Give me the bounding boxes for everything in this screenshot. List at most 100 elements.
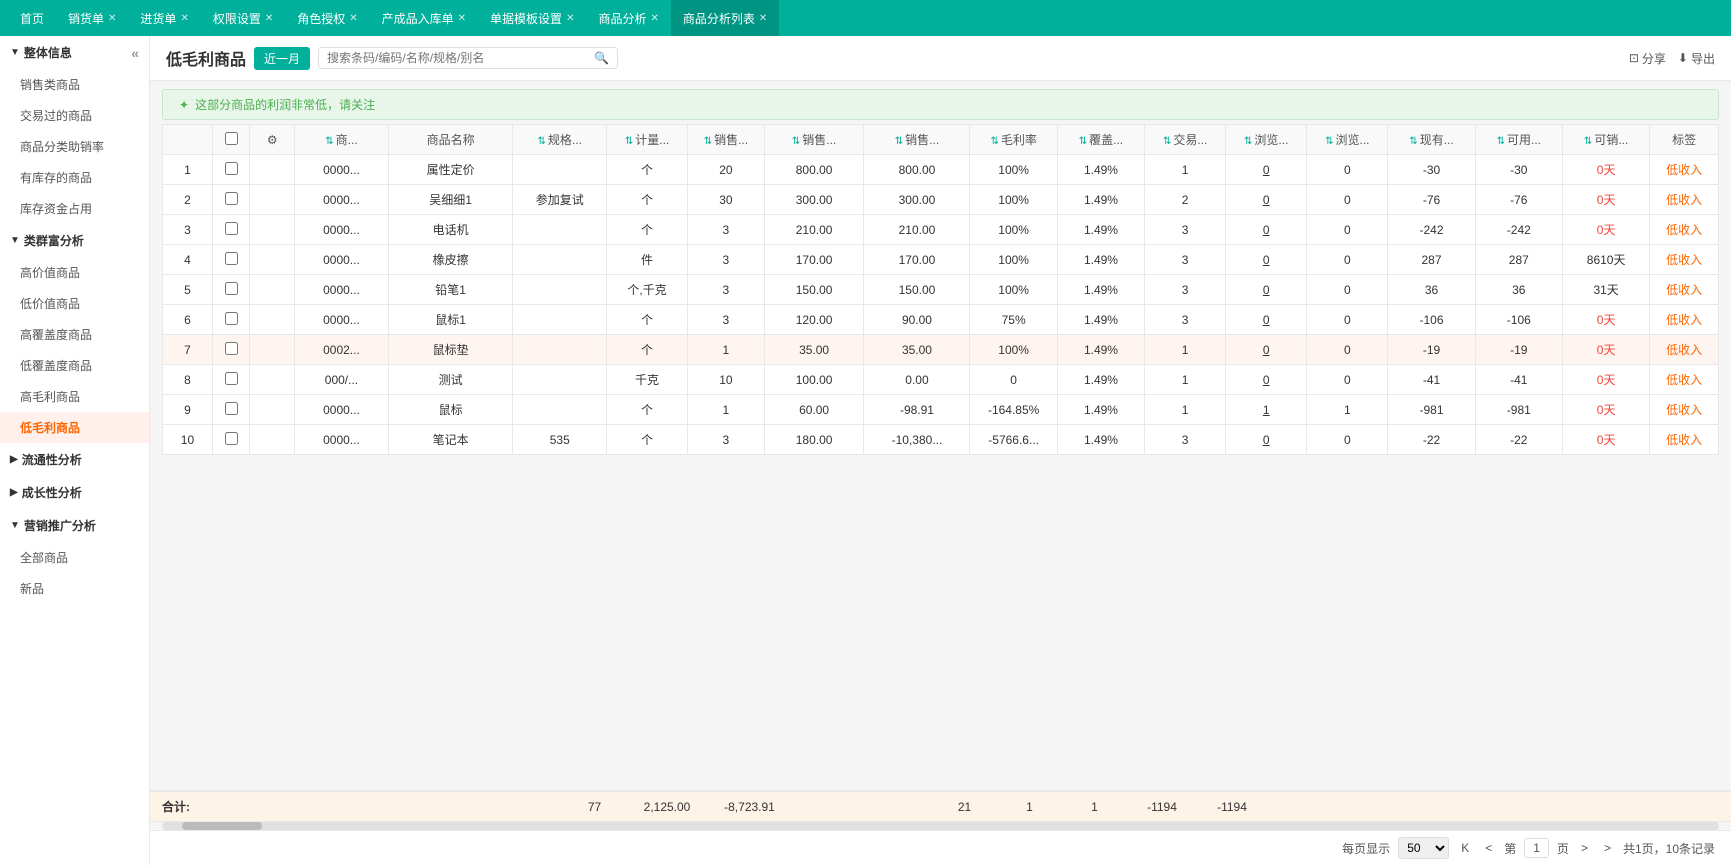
- collapse-overall[interactable]: «: [131, 45, 139, 61]
- row-checkbox[interactable]: [212, 275, 249, 305]
- row-num: 1: [163, 155, 213, 185]
- col-header-view2[interactable]: ⇅浏览...: [1307, 125, 1388, 155]
- nav-roles[interactable]: 角色授权 ✕: [285, 0, 369, 36]
- table-row: 5 0000... 铅笔1 个,千克 3 150.00 150.00 100% …: [163, 275, 1719, 305]
- col-header-view1[interactable]: ⇅浏览...: [1226, 125, 1307, 155]
- period-button[interactable]: 近一月: [254, 47, 310, 70]
- col-header-current[interactable]: ⇅现有...: [1388, 125, 1475, 155]
- row-checkbox[interactable]: [212, 335, 249, 365]
- col-header-spec[interactable]: ⇅规格...: [513, 125, 607, 155]
- col-header-gear[interactable]: ⚙: [250, 125, 295, 155]
- sidebar-section-marketing[interactable]: ▼ 营销推广分析: [0, 509, 149, 542]
- sidebar-section-liquidity[interactable]: ▶ 流通性分析: [0, 443, 149, 476]
- sidebar-item-all-goods[interactable]: 全部商品: [0, 542, 149, 573]
- scrollbar[interactable]: [162, 822, 1719, 830]
- row-sale-qty: 1: [688, 395, 765, 425]
- nav-template-close[interactable]: ✕: [566, 13, 574, 24]
- nav-product-analysis-close[interactable]: ✕: [650, 13, 658, 24]
- col-header-unit[interactable]: ⇅计量...: [607, 125, 688, 155]
- row-checkbox[interactable]: [212, 155, 249, 185]
- share-button[interactable]: ⊡ 分享: [1629, 50, 1666, 67]
- export-button[interactable]: ⬇ 导出: [1678, 50, 1715, 67]
- nav-analysis-list-close[interactable]: ✕: [759, 13, 767, 24]
- row-view1[interactable]: 1: [1226, 395, 1307, 425]
- nav-purchase-close[interactable]: ✕: [180, 13, 188, 24]
- row-unit: 个: [607, 215, 688, 245]
- sidebar-item-high-value[interactable]: 高价值商品: [0, 257, 149, 288]
- search-input[interactable]: [327, 51, 594, 65]
- col-header-avail[interactable]: ⇅可用...: [1475, 125, 1562, 155]
- nav-roles-close[interactable]: ✕: [349, 13, 357, 24]
- row-current: -242: [1388, 215, 1475, 245]
- nav-sales[interactable]: 销货单 ✕: [56, 0, 128, 36]
- sidebar-item-high-coverage[interactable]: 高覆盖度商品: [0, 319, 149, 350]
- sidebar-section-growth[interactable]: ▶ 成长性分析: [0, 476, 149, 509]
- col-header-sale-cost[interactable]: ⇅销售...: [864, 125, 970, 155]
- col-header-trade[interactable]: ⇅交易...: [1145, 125, 1226, 155]
- prev-page-button[interactable]: <: [1481, 839, 1496, 857]
- row-sale-cost: 300.00: [864, 185, 970, 215]
- sidebar-item-low-coverage[interactable]: 低覆盖度商品: [0, 350, 149, 381]
- sidebar-item-low-margin[interactable]: 低毛利商品: [0, 412, 149, 443]
- sidebar-item-category-rate[interactable]: 商品分类助销率: [0, 131, 149, 162]
- sidebar-item-high-margin[interactable]: 高毛利商品: [0, 381, 149, 412]
- col-header-gross-rate[interactable]: ⇅毛利率: [970, 125, 1057, 155]
- row-name: 测试: [388, 365, 513, 395]
- row-checkbox[interactable]: [212, 425, 249, 455]
- per-page-select[interactable]: 50 20 100: [1398, 837, 1449, 859]
- row-gross-rate: 75%: [970, 305, 1057, 335]
- row-spec: 535: [513, 425, 607, 455]
- row-checkbox[interactable]: [212, 245, 249, 275]
- col-header-code[interactable]: ⇅商...: [295, 125, 389, 155]
- data-table: ⚙ ⇅商... 商品名称 ⇅规格... ⇅计量...: [162, 124, 1719, 455]
- row-trade: 2: [1145, 185, 1226, 215]
- nav-sales-close[interactable]: ✕: [108, 13, 116, 24]
- row-checkbox[interactable]: [212, 395, 249, 425]
- sidebar-section-cluster[interactable]: ▼ 类群富分析: [0, 224, 149, 257]
- search-icon[interactable]: 🔍: [594, 51, 609, 65]
- row-sale-amt: 170.00: [764, 245, 864, 275]
- sidebar-section-overall[interactable]: ▼ 整体信息 «: [0, 36, 149, 69]
- row-name: 铅笔1: [388, 275, 513, 305]
- row-view1: 0: [1226, 215, 1307, 245]
- next-page-button[interactable]: >: [1577, 839, 1592, 857]
- nav-product-analysis[interactable]: 商品分析 ✕: [586, 0, 670, 36]
- sidebar-item-stock-capital[interactable]: 库存资金占用: [0, 193, 149, 224]
- first-page-button[interactable]: K: [1457, 839, 1473, 857]
- row-checkbox[interactable]: [212, 185, 249, 215]
- sidebar-item-new-goods[interactable]: 新品: [0, 573, 149, 604]
- row-unit: 个: [607, 185, 688, 215]
- current-page[interactable]: 1: [1524, 838, 1549, 858]
- select-all-checkbox[interactable]: [225, 132, 238, 145]
- last-page-button[interactable]: >: [1600, 839, 1615, 857]
- sidebar-item-in-stock[interactable]: 有库存的商品: [0, 162, 149, 193]
- col-header-sale-amt[interactable]: ⇅销售...: [764, 125, 864, 155]
- nav-permissions-close[interactable]: ✕: [265, 13, 273, 24]
- sidebar-item-low-value[interactable]: 低价值商品: [0, 288, 149, 319]
- table-row: 4 0000... 橡皮擦 件 3 170.00 170.00 100% 1.4…: [163, 245, 1719, 275]
- row-view1: 0: [1226, 305, 1307, 335]
- nav-product-entry-close[interactable]: ✕: [458, 13, 466, 24]
- nav-product-entry[interactable]: 产成品入库单 ✕: [370, 0, 478, 36]
- row-sale-qty: 30: [688, 185, 765, 215]
- nav-home[interactable]: 首页: [8, 0, 56, 36]
- col-header-name[interactable]: 商品名称: [388, 125, 513, 155]
- row-sell: 0天: [1562, 425, 1649, 455]
- sidebar-item-sales-goods[interactable]: 销售类商品: [0, 69, 149, 100]
- nav-permissions[interactable]: 权限设置 ✕: [201, 0, 285, 36]
- row-tag: 低收入: [1650, 425, 1719, 455]
- col-header-sell[interactable]: ⇅可销...: [1562, 125, 1649, 155]
- col-header-tag[interactable]: 标签: [1650, 125, 1719, 155]
- row-cover: 1.49%: [1057, 275, 1144, 305]
- nav-analysis-list[interactable]: 商品分析列表 ✕: [671, 0, 779, 36]
- table-row: 2 0000... 吴细细1 参加复试 个 30 300.00 300.00 1…: [163, 185, 1719, 215]
- row-checkbox[interactable]: [212, 305, 249, 335]
- row-gross-rate: -5766.6...: [970, 425, 1057, 455]
- row-checkbox[interactable]: [212, 215, 249, 245]
- nav-template[interactable]: 单据模板设置 ✕: [478, 0, 586, 36]
- col-header-sale-qty[interactable]: ⇅销售...: [688, 125, 765, 155]
- row-checkbox[interactable]: [212, 365, 249, 395]
- col-header-cover[interactable]: ⇅覆盖...: [1057, 125, 1144, 155]
- nav-purchase[interactable]: 进货单 ✕: [128, 0, 200, 36]
- sidebar-item-traded-goods[interactable]: 交易过的商品: [0, 100, 149, 131]
